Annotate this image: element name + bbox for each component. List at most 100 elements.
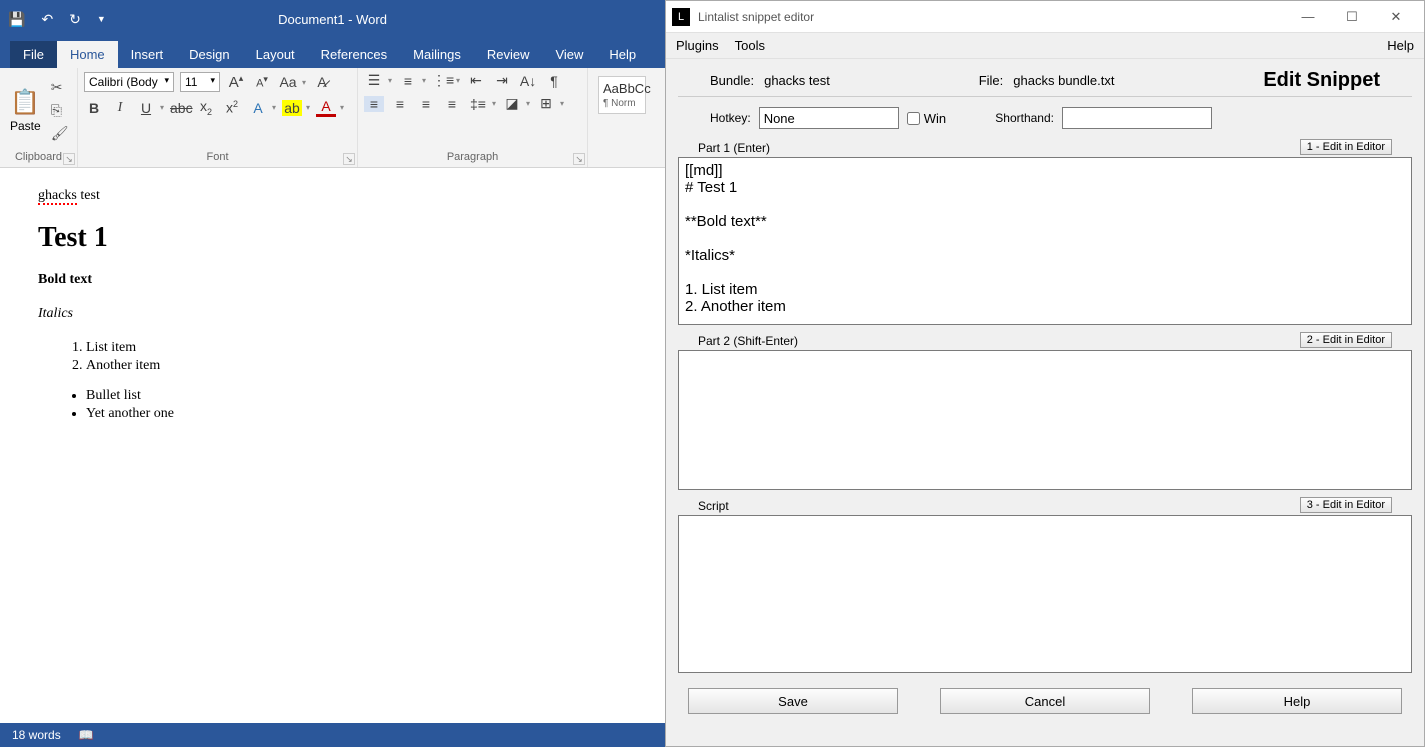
undo-icon[interactable]: ↶ bbox=[41, 11, 53, 28]
bullets-button[interactable]: ☰ bbox=[364, 72, 384, 89]
tab-mailings[interactable]: Mailings bbox=[400, 41, 474, 68]
part2-label: Part 2 (Shift-Enter) bbox=[698, 334, 798, 348]
ribbon: 📋 Paste ✂ ⎘ 🖌 Clipboard ↘ Calibri (Body▾… bbox=[0, 68, 665, 168]
inc-indent-button[interactable]: ⇥ bbox=[492, 72, 512, 89]
part2-textarea[interactable] bbox=[678, 350, 1412, 490]
strike-button[interactable]: abc bbox=[170, 100, 190, 116]
save-button[interactable]: Save bbox=[688, 688, 898, 714]
format-painter-icon[interactable]: 🖌 bbox=[51, 125, 69, 142]
copy-icon[interactable]: ⎘ bbox=[51, 102, 69, 119]
text-effects-button[interactable]: A bbox=[248, 100, 268, 116]
lintalist-window: L Lintalist snippet editor — ☐ ✕ Plugins… bbox=[665, 0, 1425, 747]
list-item: Bullet list bbox=[86, 388, 627, 404]
menu-tools[interactable]: Tools bbox=[735, 38, 765, 53]
tab-design[interactable]: Design bbox=[176, 41, 242, 68]
ribbon-group-font: Calibri (Body▾ 11▾ A▴ A▾ Aa▾ A̷ B I U▾ a… bbox=[78, 68, 358, 167]
redo-icon[interactable]: ↻ bbox=[69, 11, 81, 28]
help-button[interactable]: Help bbox=[1192, 688, 1402, 714]
clipboard-icon: 📋 bbox=[10, 88, 40, 117]
cut-icon[interactable]: ✂ bbox=[51, 79, 69, 96]
hotkey-input[interactable] bbox=[759, 107, 899, 129]
shading-button[interactable]: ◪ bbox=[502, 95, 522, 112]
sort-button[interactable]: A↓ bbox=[518, 73, 538, 89]
qat-dropdown-icon[interactable]: ▼ bbox=[97, 14, 106, 24]
lintalist-titlebar: L Lintalist snippet editor — ☐ ✕ bbox=[666, 1, 1424, 33]
spellcheck-icon[interactable]: 📖 bbox=[79, 728, 94, 742]
line-spacing-button[interactable]: ‡≡ bbox=[468, 96, 488, 112]
list-item: List item bbox=[86, 340, 627, 356]
numbering-button[interactable]: ≡ bbox=[398, 73, 418, 89]
doc-italic-text: Italics bbox=[38, 306, 627, 322]
minimize-button[interactable]: — bbox=[1286, 3, 1330, 31]
justify-button[interactable]: ≡ bbox=[442, 96, 462, 112]
list-item: Yet another one bbox=[86, 406, 627, 422]
script-textarea[interactable] bbox=[678, 515, 1412, 673]
word-document[interactable]: ghacks test Test 1 Bold text Italics Lis… bbox=[0, 168, 665, 723]
script-edit-button[interactable]: 3 - Edit in Editor bbox=[1300, 497, 1392, 513]
word-titlebar: 💾 ↶ ↻ ▼ Document1 - Word bbox=[0, 0, 665, 38]
font-color-button[interactable]: A bbox=[316, 98, 336, 117]
style-normal[interactable]: AaBbCc ¶ Norm bbox=[598, 76, 646, 114]
superscript-button[interactable]: x2 bbox=[222, 99, 242, 116]
highlight-button[interactable]: ab bbox=[282, 100, 302, 116]
font-size-select[interactable]: 11▾ bbox=[180, 72, 220, 92]
part1-section: Part 1 (Enter) 1 - Edit in Editor bbox=[678, 139, 1412, 328]
menu-plugins[interactable]: Plugins bbox=[676, 38, 719, 53]
menu-help[interactable]: Help bbox=[1387, 38, 1414, 53]
underline-button[interactable]: U bbox=[136, 100, 156, 116]
maximize-button[interactable]: ☐ bbox=[1330, 3, 1374, 31]
tab-references[interactable]: References bbox=[308, 41, 400, 68]
part1-textarea[interactable] bbox=[678, 157, 1412, 325]
shrink-font-button[interactable]: A▾ bbox=[252, 74, 272, 90]
word-window: 💾 ↶ ↻ ▼ Document1 - Word File Home Inser… bbox=[0, 0, 665, 747]
doc-bold-text: Bold text bbox=[38, 272, 627, 288]
borders-button[interactable]: ⊞ bbox=[536, 95, 556, 112]
dec-indent-button[interactable]: ⇤ bbox=[466, 72, 486, 89]
win-checkbox[interactable]: Win bbox=[907, 111, 946, 126]
paste-button[interactable]: 📋 Paste bbox=[6, 86, 45, 135]
tab-layout[interactable]: Layout bbox=[243, 41, 308, 68]
list-item: Another item bbox=[86, 358, 627, 374]
ribbon-group-clipboard: 📋 Paste ✂ ⎘ 🖌 Clipboard ↘ bbox=[0, 68, 78, 167]
doc-bullet-list: Bullet list Yet another one bbox=[86, 388, 627, 422]
tab-home[interactable]: Home bbox=[57, 41, 118, 68]
grow-font-button[interactable]: A▴ bbox=[226, 73, 246, 91]
ribbon-tabstrip: File Home Insert Design Layout Reference… bbox=[0, 38, 665, 68]
doc-line: ghacks test bbox=[38, 188, 627, 204]
align-center-button[interactable]: ≡ bbox=[390, 96, 410, 112]
save-icon[interactable]: 💾 bbox=[8, 11, 25, 28]
part1-label: Part 1 (Enter) bbox=[698, 141, 770, 155]
close-button[interactable]: ✕ bbox=[1374, 3, 1418, 31]
clipboard-launcher-icon[interactable]: ↘ bbox=[63, 153, 75, 165]
align-right-button[interactable]: ≡ bbox=[416, 96, 436, 112]
cancel-button[interactable]: Cancel bbox=[940, 688, 1150, 714]
tab-view[interactable]: View bbox=[542, 41, 596, 68]
subscript-button[interactable]: x2 bbox=[196, 98, 216, 117]
doc-heading: Test 1 bbox=[38, 222, 627, 254]
edit-snippet-heading: Edit Snippet bbox=[1263, 69, 1380, 92]
tab-file[interactable]: File bbox=[10, 41, 57, 68]
part2-edit-button[interactable]: 2 - Edit in Editor bbox=[1300, 332, 1392, 348]
change-case-button[interactable]: Aa bbox=[278, 74, 298, 90]
part2-section: Part 2 (Shift-Enter) 2 - Edit in Editor bbox=[678, 332, 1412, 493]
show-marks-button[interactable]: ¶ bbox=[544, 73, 564, 89]
multilevel-button[interactable]: ⋮≡ bbox=[432, 72, 452, 89]
italic-button[interactable]: I bbox=[110, 100, 130, 116]
lintalist-footer: Save Cancel Help bbox=[666, 676, 1424, 730]
tab-insert[interactable]: Insert bbox=[118, 41, 177, 68]
shorthand-input[interactable] bbox=[1062, 107, 1212, 129]
font-launcher-icon[interactable]: ↘ bbox=[343, 153, 355, 165]
bold-button[interactable]: B bbox=[84, 100, 104, 116]
bundle-value: ghacks test bbox=[764, 73, 830, 88]
clear-format-icon[interactable]: A̷ bbox=[312, 74, 332, 90]
paragraph-launcher-icon[interactable]: ↘ bbox=[573, 153, 585, 165]
word-statusbar: 18 words 📖 bbox=[0, 723, 665, 747]
font-name-select[interactable]: Calibri (Body▾ bbox=[84, 72, 174, 92]
lintalist-title: Lintalist snippet editor bbox=[698, 10, 1286, 24]
align-left-button[interactable]: ≡ bbox=[364, 96, 384, 112]
word-count[interactable]: 18 words bbox=[12, 728, 61, 742]
lintalist-menubar: Plugins Tools Help bbox=[666, 33, 1424, 59]
tab-help[interactable]: Help bbox=[596, 41, 649, 68]
tab-review[interactable]: Review bbox=[474, 41, 543, 68]
part1-edit-button[interactable]: 1 - Edit in Editor bbox=[1300, 139, 1392, 155]
